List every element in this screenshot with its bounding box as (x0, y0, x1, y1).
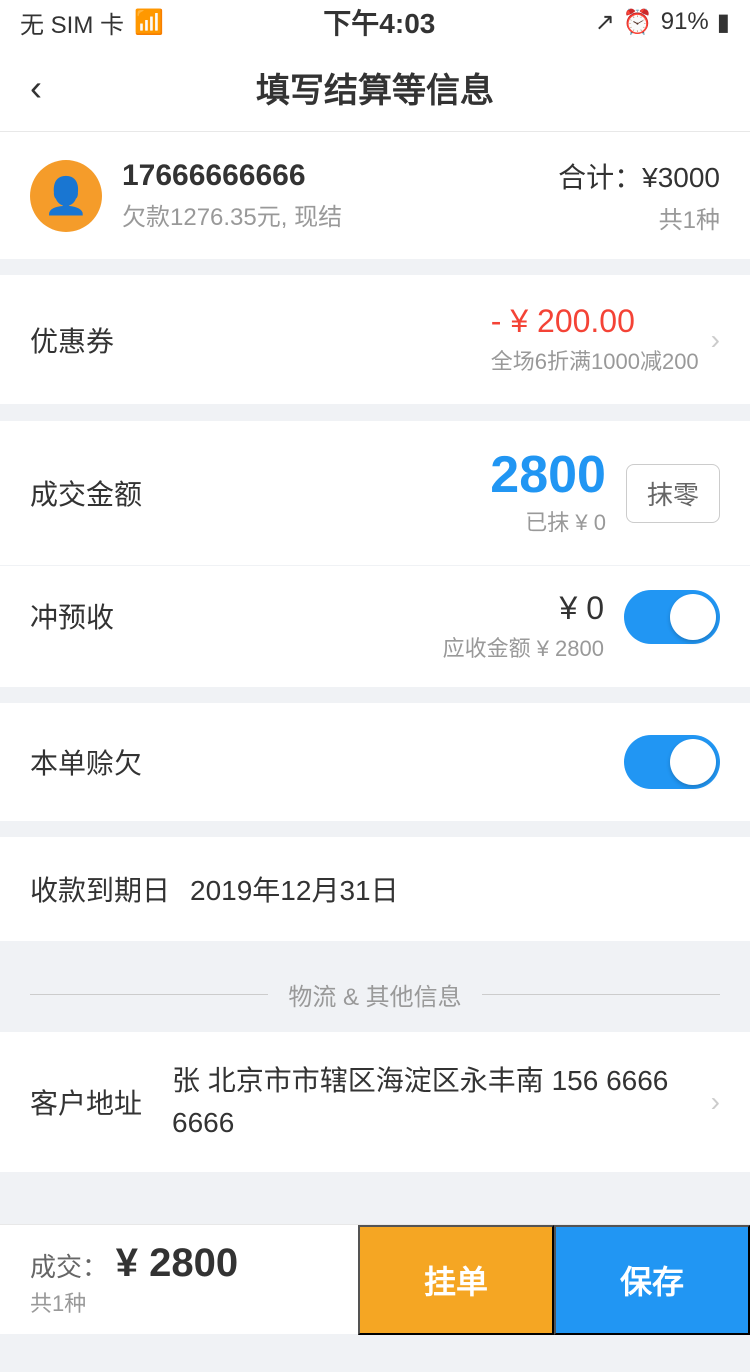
prepay-row: 冲预收 ¥ 0 应收金额 ¥ 2800 (0, 565, 750, 687)
divider-5 (0, 941, 750, 957)
total-label: 合计： (558, 162, 642, 193)
status-time: 下午4:03 (323, 2, 435, 42)
due-date-value: 2019年12月31日 (190, 869, 399, 909)
amount-values: 2800 已抹 ¥ 0 (490, 449, 606, 537)
customer-details: 17666666666 欠款1276.35元, 现结 (122, 159, 342, 232)
coupon-right: - ¥ 200.00 全场6折满1000减200 › (491, 303, 720, 376)
due-date-section: 收款到期日 2019年12月31日 (0, 837, 750, 941)
amount-section: 成交金额 2800 已抹 ¥ 0 抹零 冲预收 ¥ 0 应收金额 ¥ 2800 (0, 421, 750, 687)
divider-4 (0, 821, 750, 837)
coupon-description: 全场6折满1000减200 (491, 344, 699, 376)
coupon-section: 优惠券 - ¥ 200.00 全场6折满1000减200 › (0, 275, 750, 405)
footer-transaction-label: 成交： (30, 1252, 108, 1282)
due-date-row: 收款到期日 2019年12月31日 (0, 837, 750, 941)
debt-section: 本单赊欠 (0, 703, 750, 821)
logistics-divider: 物流 & 其他信息 (0, 957, 750, 1032)
debt-toggle-knob (670, 739, 716, 785)
total-label-amount: 合计：¥3000 (558, 156, 720, 196)
pending-button[interactable]: 挂单 (358, 1225, 554, 1335)
status-right: ↗ ⏰ 91% ▮ (595, 8, 730, 37)
divider-3 (0, 687, 750, 703)
customer-phone: 17666666666 (122, 159, 342, 193)
divider-line-left (30, 994, 268, 995)
prepay-label: 冲预收 (30, 590, 114, 636)
prepay-right: ¥ 0 应收金额 ¥ 2800 (443, 590, 720, 663)
debt-label: 本单赊欠 (30, 742, 142, 782)
footer: 成交： ¥ 2800 共1种 挂单 保存 (0, 1224, 750, 1334)
footer-info: 成交： ¥ 2800 共1种 (0, 1241, 358, 1318)
customer-info-left: 👤 17666666666 欠款1276.35元, 现结 (30, 159, 342, 232)
divider-line-right (482, 994, 720, 995)
avatar-icon: 👤 (44, 175, 89, 217)
footer-transaction-line: 成交： ¥ 2800 (30, 1241, 328, 1286)
status-bar: 无 SIM 卡 📶 下午4:03 ↗ ⏰ 91% ▮ (0, 0, 750, 44)
card-total: 合计：¥3000 共1种 (558, 156, 720, 235)
back-button[interactable]: ‹ (30, 67, 42, 109)
logistics-label: 物流 & 其他信息 (288, 977, 461, 1012)
coupon-values: - ¥ 200.00 全场6折满1000减200 (491, 303, 699, 376)
amount-label: 成交金额 (30, 473, 142, 513)
footer-amount: ¥ 2800 (116, 1241, 238, 1285)
divider-1 (0, 259, 750, 275)
coupon-row[interactable]: 优惠券 - ¥ 200.00 全场6折满1000减200 › (0, 275, 750, 405)
toggle-knob (670, 594, 716, 640)
sim-label: 无 SIM 卡 (20, 5, 124, 40)
chevron-right-icon: › (711, 324, 720, 356)
status-left: 无 SIM 卡 📶 (20, 5, 164, 40)
coupon-label: 优惠券 (30, 320, 114, 360)
prepay-values: ¥ 0 应收金额 ¥ 2800 (443, 590, 604, 663)
round-button[interactable]: 抹零 (626, 464, 720, 523)
customer-card: 👤 17666666666 欠款1276.35元, 现结 合计：¥3000 共1… (0, 132, 750, 259)
debt-row: 本单赊欠 (0, 703, 750, 821)
prepay-amount: ¥ 0 (443, 590, 604, 627)
footer-count: 共1种 (30, 1286, 328, 1318)
address-chevron-icon: › (711, 1086, 720, 1118)
address-section: 客户地址 张 北京市市辖区海淀区永丰南 156 6666 6666 › (0, 1032, 750, 1172)
address-value: 张 北京市市辖区海淀区永丰南 156 6666 6666 (172, 1060, 711, 1144)
alarm-icon: ⏰ (623, 8, 653, 37)
customer-debt: 欠款1276.35元, 现结 (122, 197, 342, 232)
header: ‹ 填写结算等信息 (0, 44, 750, 132)
location-icon: ↗ (595, 8, 615, 37)
amount-right: 2800 已抹 ¥ 0 抹零 (490, 449, 720, 537)
prepay-toggle[interactable] (624, 590, 720, 644)
wifi-icon: 📶 (134, 8, 164, 37)
transaction-value: 2800 (490, 449, 606, 501)
amount-sub: 已抹 ¥ 0 (490, 505, 606, 537)
debt-toggle[interactable] (624, 735, 720, 789)
due-date-label: 收款到期日 (30, 869, 170, 909)
save-button[interactable]: 保存 (554, 1225, 750, 1335)
prepay-sub: 应收金额 ¥ 2800 (443, 631, 604, 663)
amount-row: 成交金额 2800 已抹 ¥ 0 抹零 (0, 421, 750, 565)
address-label: 客户地址 (30, 1082, 142, 1122)
divider-2 (0, 405, 750, 421)
battery-icon: ▮ (717, 8, 730, 37)
address-row[interactable]: 客户地址 张 北京市市辖区海淀区永丰南 156 6666 6666 › (0, 1032, 750, 1172)
avatar: 👤 (30, 160, 102, 232)
total-count: 共1种 (558, 200, 720, 235)
total-amount: ¥3000 (642, 162, 720, 193)
coupon-discount: - ¥ 200.00 (491, 303, 699, 340)
page-title: 填写结算等信息 (256, 63, 494, 112)
battery-label: 91% (661, 8, 709, 36)
